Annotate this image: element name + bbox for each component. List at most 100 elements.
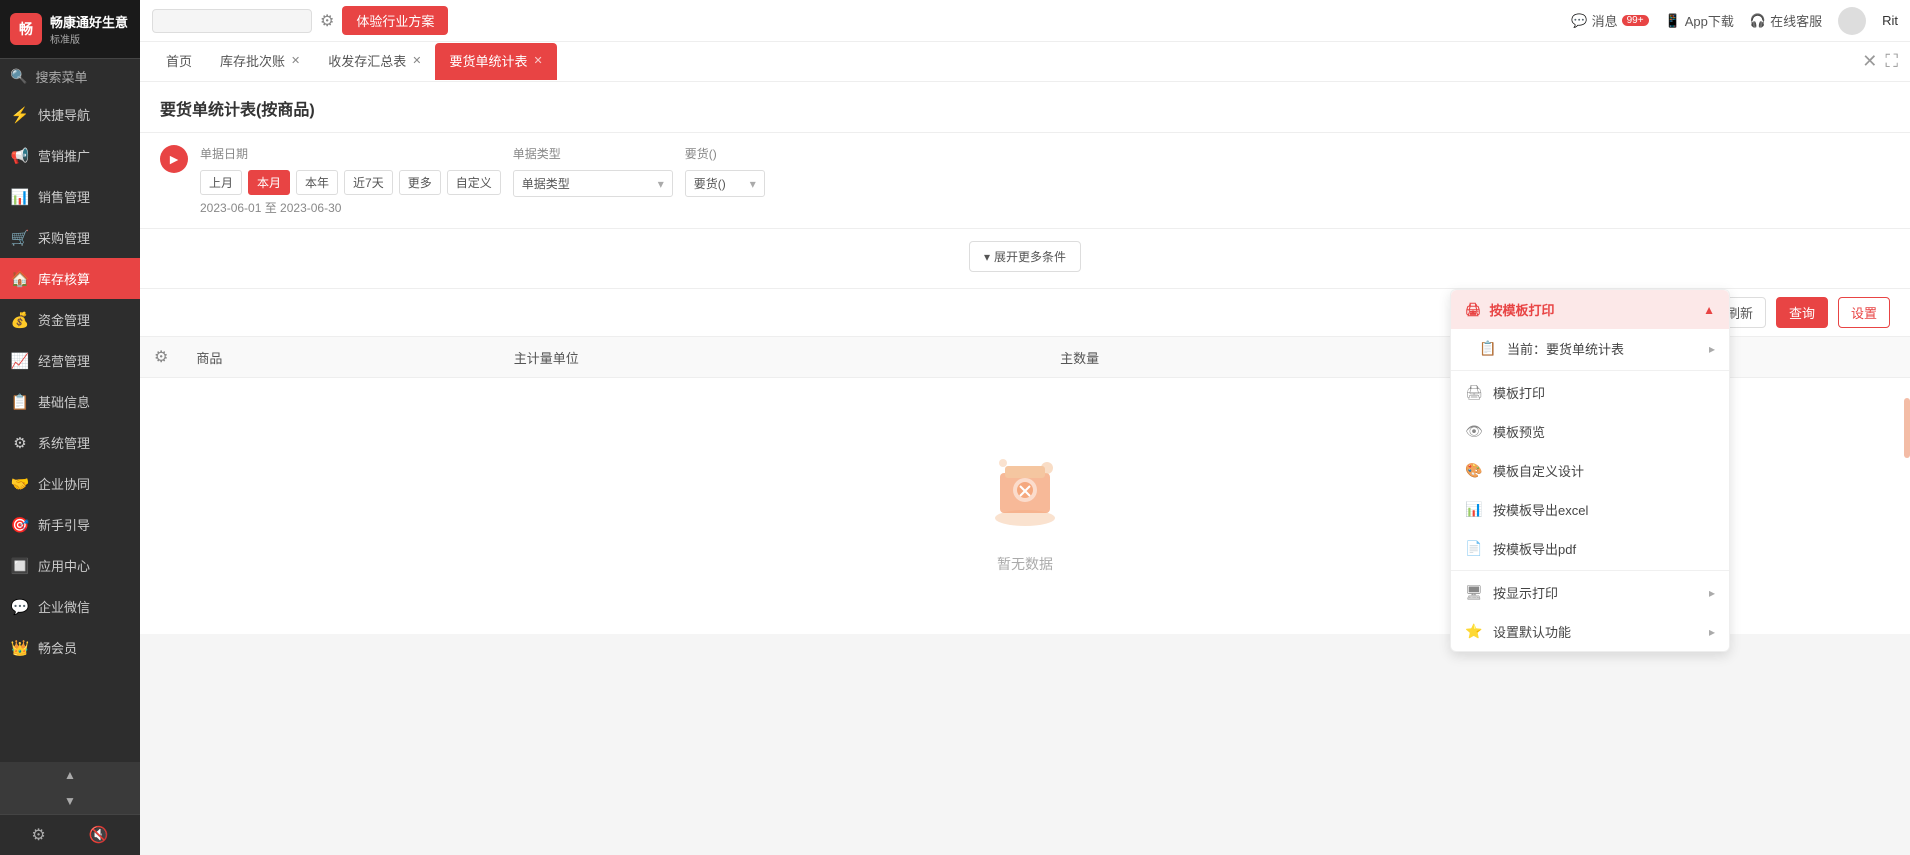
- app-download-btn[interactable]: 📱 App下载: [1665, 11, 1734, 30]
- sidebar-item-enterprise[interactable]: 🤝 企业协同: [0, 463, 140, 504]
- finance-icon: 💰: [10, 311, 30, 329]
- template-icon: 📋: [1479, 340, 1497, 357]
- tab-requisition-stats[interactable]: 要货单统计表 ✕: [435, 43, 556, 80]
- sidebar-item-operations[interactable]: 📈 经营管理: [0, 340, 140, 381]
- sidebar-item-sales[interactable]: 📊 销售管理: [0, 176, 140, 217]
- date-btn-this-year[interactable]: 本年: [296, 170, 338, 195]
- table-settings-icon[interactable]: ⚙: [154, 349, 168, 366]
- filter-order-type-select[interactable]: 单据类型 ▾: [513, 170, 673, 197]
- inventory-icon: 🏠: [10, 270, 30, 288]
- date-btn-last-month[interactable]: 上月: [200, 170, 242, 195]
- set-default-icon: ⭐: [1465, 623, 1483, 640]
- search-icon: 🔍: [10, 68, 27, 85]
- topbar-left: ⚙ 体验行业方案: [152, 6, 448, 35]
- dropdown-header-left: 🖨 按模板打印: [1465, 300, 1555, 319]
- mute-footer-btn[interactable]: 🔇: [89, 825, 109, 845]
- sidebar-item-app-center[interactable]: 🔲 应用中心: [0, 545, 140, 586]
- tab-home-label: 首页: [166, 51, 192, 70]
- tab-expand-icon[interactable]: ⛶: [1885, 51, 1898, 72]
- scroll-handle[interactable]: [1904, 398, 1910, 458]
- table-header-quantity: 主数量: [1046, 337, 1440, 378]
- sidebar-item-system[interactable]: ⚙ 系统管理: [0, 422, 140, 463]
- filter-date-label: 单据日期: [200, 145, 501, 162]
- online-service-btn[interactable]: 🎧 在线客服: [1750, 11, 1822, 30]
- filter-expand-btn[interactable]: ►: [160, 145, 188, 173]
- filter-date-group: 单据日期 上月 本月 本年 近7天 更多 自定义 2023-06-01 至 20…: [200, 145, 501, 216]
- tab-receipt-summary-label: 收发存汇总表: [328, 51, 406, 70]
- topbar-gear-icon[interactable]: ⚙: [320, 11, 334, 31]
- tab-close-all-icon[interactable]: ✕: [1862, 51, 1877, 72]
- dropdown-item-template-print[interactable]: 🖨 模板打印: [1451, 373, 1729, 412]
- topbar-search-input[interactable]: [152, 9, 312, 33]
- dropdown-item-set-default[interactable]: ⭐ 设置默认功能 ▸: [1451, 612, 1729, 651]
- set-default-arrow: ▸: [1709, 625, 1715, 639]
- dropdown-item-display-print[interactable]: 🖥 按显示打印 ▸: [1451, 573, 1729, 612]
- sidebar-item-label: 快捷导航: [38, 105, 130, 124]
- sidebar-scroll-down[interactable]: ▼: [0, 788, 140, 814]
- basic-info-icon: 📋: [10, 393, 30, 411]
- sidebar-item-basic-info[interactable]: 📋 基础信息: [0, 381, 140, 422]
- query-btn[interactable]: 查询: [1776, 297, 1828, 328]
- tab-bar: 首页 库存批次账 ✕ 收发存汇总表 ✕ 要货单统计表 ✕ ✕ ⛶: [140, 42, 1910, 82]
- template-design-icon: 🎨: [1465, 462, 1483, 479]
- sidebar-nav: ⚡ 快捷导航 📢 营销推广 📊 销售管理 🛒 采购管理 🏠 库存核算 💰 资金管…: [0, 94, 140, 762]
- filter-order-type-group: 单据类型 单据类型 ▾: [513, 145, 673, 197]
- page-title: 要货单统计表(按商品): [160, 96, 1890, 120]
- export-pdf-label: 按模板导出pdf: [1493, 539, 1715, 558]
- sidebar-item-purchase[interactable]: 🛒 采购管理: [0, 217, 140, 258]
- template-design-label: 模板自定义设计: [1493, 461, 1715, 480]
- member-icon: 👑: [10, 639, 30, 657]
- sidebar-item-label: 经营管理: [38, 351, 130, 370]
- tab-home[interactable]: 首页: [152, 43, 206, 80]
- sidebar-item-label: 畅会员: [38, 638, 130, 657]
- messages-btn[interactable]: 💬 消息 99+: [1571, 11, 1648, 30]
- display-print-icon: 🖥: [1465, 584, 1483, 601]
- tab-batch-account-close[interactable]: ✕: [291, 54, 300, 67]
- trial-button[interactable]: 体验行业方案: [342, 6, 448, 35]
- expand-down-icon: ▾: [984, 250, 990, 264]
- sidebar-item-finance[interactable]: 💰 资金管理: [0, 299, 140, 340]
- date-btn-more[interactable]: 更多: [399, 170, 441, 195]
- filter-order-type-value: 单据类型: [522, 175, 570, 192]
- sidebar-item-member[interactable]: 👑 畅会员: [0, 627, 140, 668]
- template-print-label: 模板打印: [1493, 383, 1715, 402]
- sidebar-item-newbie[interactable]: 🎯 新手引导: [0, 504, 140, 545]
- app-title: 畅康通好生意: [50, 12, 128, 31]
- avatar[interactable]: [1838, 7, 1866, 35]
- filter-order-category-value: 要货(): [694, 175, 726, 192]
- operations-icon: 📈: [10, 352, 30, 370]
- sidebar-item-label: 企业协同: [38, 474, 130, 493]
- date-btn-this-month[interactable]: 本月: [248, 170, 290, 195]
- tab-batch-account-label: 库存批次账: [220, 51, 285, 70]
- app-download-label: App下载: [1685, 11, 1734, 30]
- dropdown-title: 按模板打印: [1490, 300, 1555, 319]
- sidebar-search[interactable]: 🔍 搜索菜单: [0, 59, 140, 94]
- date-btn-custom[interactable]: 自定义: [447, 170, 501, 195]
- dropdown-item-template-design[interactable]: 🎨 模板自定义设计: [1451, 451, 1729, 490]
- sidebar-item-wechat[interactable]: 💬 企业微信: [0, 586, 140, 627]
- marketing-icon: 📢: [10, 147, 30, 165]
- filter-date-row: 上月 本月 本年 近7天 更多 自定义: [200, 170, 501, 195]
- settings-btn[interactable]: 设置: [1838, 297, 1890, 328]
- dropdown-item-template-preview[interactable]: 👁 模板预览: [1451, 412, 1729, 451]
- expand-conditions-btn[interactable]: ▾ 展开更多条件: [969, 241, 1081, 272]
- online-service-icon: 🎧: [1750, 13, 1766, 29]
- dropdown-item-export-excel[interactable]: 📊 按模板导出excel: [1451, 490, 1729, 529]
- tab-batch-account[interactable]: 库存批次账 ✕: [206, 43, 314, 80]
- filter-order-category-select[interactable]: 要货() ▾: [685, 170, 765, 197]
- dropdown-item-export-pdf[interactable]: 📄 按模板导出pdf: [1451, 529, 1729, 568]
- tab-requisition-stats-close[interactable]: ✕: [534, 54, 543, 67]
- export-pdf-icon: 📄: [1465, 540, 1483, 557]
- tab-receipt-summary[interactable]: 收发存汇总表 ✕: [314, 43, 435, 80]
- tab-receipt-summary-close[interactable]: ✕: [412, 54, 421, 67]
- sidebar-item-quick-nav[interactable]: ⚡ 快捷导航: [0, 94, 140, 135]
- sidebar-item-inventory[interactable]: 🏠 库存核算: [0, 258, 140, 299]
- settings-footer-btn[interactable]: ⚙: [31, 825, 45, 845]
- dropdown-collapse-icon[interactable]: ▲: [1703, 303, 1715, 317]
- sidebar-item-marketing[interactable]: 📢 营销推广: [0, 135, 140, 176]
- export-excel-icon: 📊: [1465, 501, 1483, 518]
- sidebar-scroll-up[interactable]: ▲: [0, 762, 140, 788]
- app-download-icon: 📱: [1665, 13, 1681, 29]
- date-btn-7days[interactable]: 近7天: [344, 170, 393, 195]
- dropdown-current-template[interactable]: 📋 当前：要货单统计表 ▸: [1451, 329, 1729, 368]
